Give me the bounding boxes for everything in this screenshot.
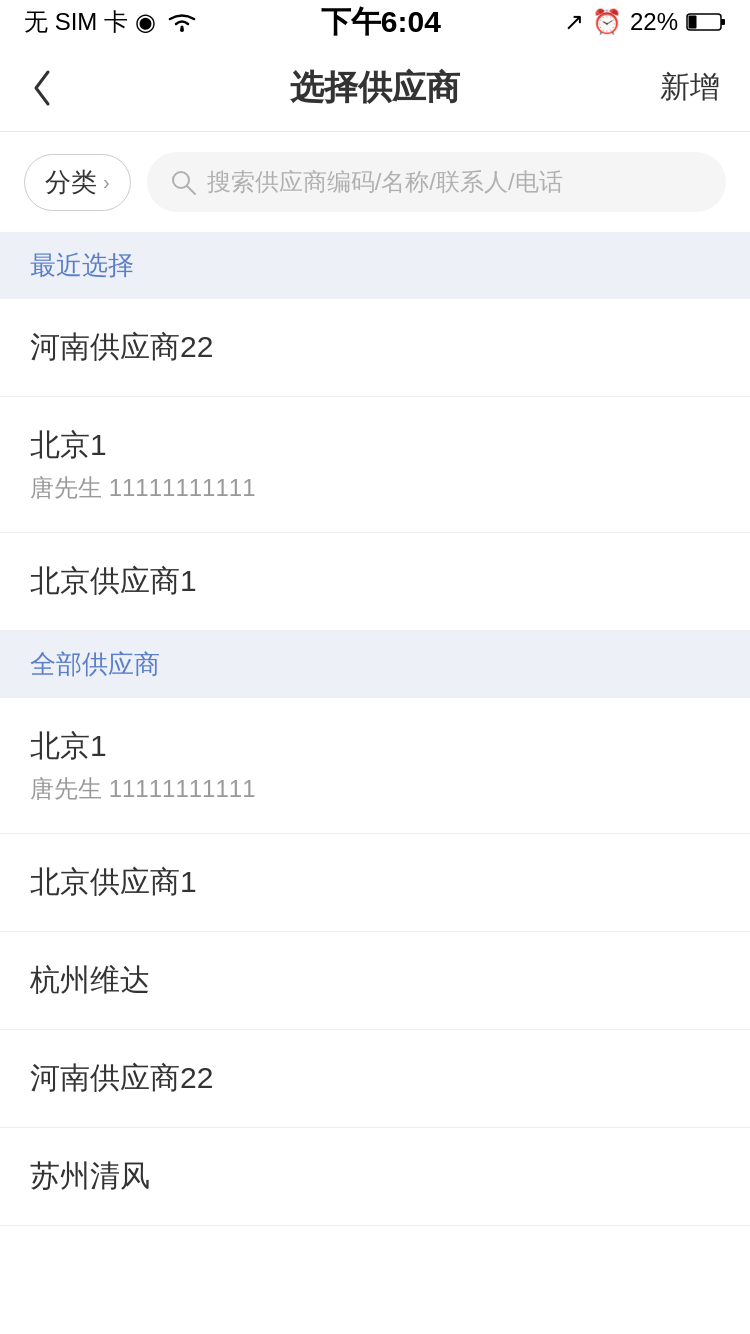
all-section-header: 全部供应商 bbox=[0, 631, 750, 698]
item-name: 河南供应商22 bbox=[30, 327, 720, 368]
category-label: 分类 bbox=[45, 165, 97, 200]
nav-bar: 选择供应商 新增 bbox=[0, 44, 750, 132]
item-name: 苏州清风 bbox=[30, 1156, 720, 1197]
status-right: ↗ ⏰ 22% bbox=[564, 8, 726, 36]
recent-section-header: 最近选择 bbox=[0, 232, 750, 299]
svg-rect-2 bbox=[721, 19, 725, 25]
list-item[interactable]: 北京供应商1 bbox=[0, 834, 750, 932]
svg-point-0 bbox=[180, 28, 184, 32]
battery-label: 22% bbox=[630, 8, 678, 36]
recent-section-label: 最近选择 bbox=[30, 250, 134, 280]
chevron-right-icon: › bbox=[103, 171, 110, 194]
battery-icon bbox=[686, 11, 726, 33]
item-name: 杭州维达 bbox=[30, 960, 720, 1001]
item-name: 河南供应商22 bbox=[30, 1058, 720, 1099]
wifi-icon bbox=[166, 11, 198, 33]
all-section-label: 全部供应商 bbox=[30, 649, 160, 679]
page-title: 选择供应商 bbox=[290, 65, 460, 111]
svg-rect-3 bbox=[688, 16, 696, 29]
list-item[interactable]: 河南供应商22 bbox=[0, 299, 750, 397]
list-item[interactable]: 苏州清风 bbox=[0, 1128, 750, 1226]
search-icon bbox=[169, 168, 197, 196]
svg-line-5 bbox=[187, 186, 195, 194]
category-button[interactable]: 分类 › bbox=[24, 154, 131, 211]
alarm-icon: ⏰ bbox=[592, 8, 622, 36]
status-time: 下午6:04 bbox=[321, 2, 441, 43]
search-placeholder: 搜索供应商编码/名称/联系人/电话 bbox=[207, 166, 563, 198]
item-name: 北京1 bbox=[30, 726, 720, 767]
no-sim-label: 无 SIM 卡 ◉ bbox=[24, 6, 156, 38]
item-sub: 唐先生 11111111111 bbox=[30, 472, 720, 504]
list-item[interactable]: 杭州维达 bbox=[0, 932, 750, 1030]
item-sub: 唐先生 11111111111 bbox=[30, 773, 720, 805]
all-suppliers-list: 北京1 唐先生 11111111111 北京供应商1 杭州维达 河南供应商22 … bbox=[0, 698, 750, 1226]
item-name: 北京1 bbox=[30, 425, 720, 466]
list-item[interactable]: 北京1 唐先生 11111111111 bbox=[0, 397, 750, 533]
location-icon: ↗ bbox=[564, 8, 584, 36]
search-input-wrap[interactable]: 搜索供应商编码/名称/联系人/电话 bbox=[147, 152, 726, 212]
recent-list: 河南供应商22 北京1 唐先生 11111111111 北京供应商1 bbox=[0, 299, 750, 631]
item-name: 北京供应商1 bbox=[30, 561, 720, 602]
item-name: 北京供应商1 bbox=[30, 862, 720, 903]
list-item[interactable]: 北京供应商1 bbox=[0, 533, 750, 631]
list-item[interactable]: 北京1 唐先生 11111111111 bbox=[0, 698, 750, 834]
list-item[interactable]: 河南供应商22 bbox=[0, 1030, 750, 1128]
status-bar: 无 SIM 卡 ◉ 下午6:04 ↗ ⏰ 22% bbox=[0, 0, 750, 44]
status-left: 无 SIM 卡 ◉ bbox=[24, 6, 198, 38]
search-bar: 分类 › 搜索供应商编码/名称/联系人/电话 bbox=[0, 132, 750, 232]
add-button[interactable]: 新增 bbox=[660, 67, 720, 108]
back-button[interactable] bbox=[30, 68, 90, 108]
